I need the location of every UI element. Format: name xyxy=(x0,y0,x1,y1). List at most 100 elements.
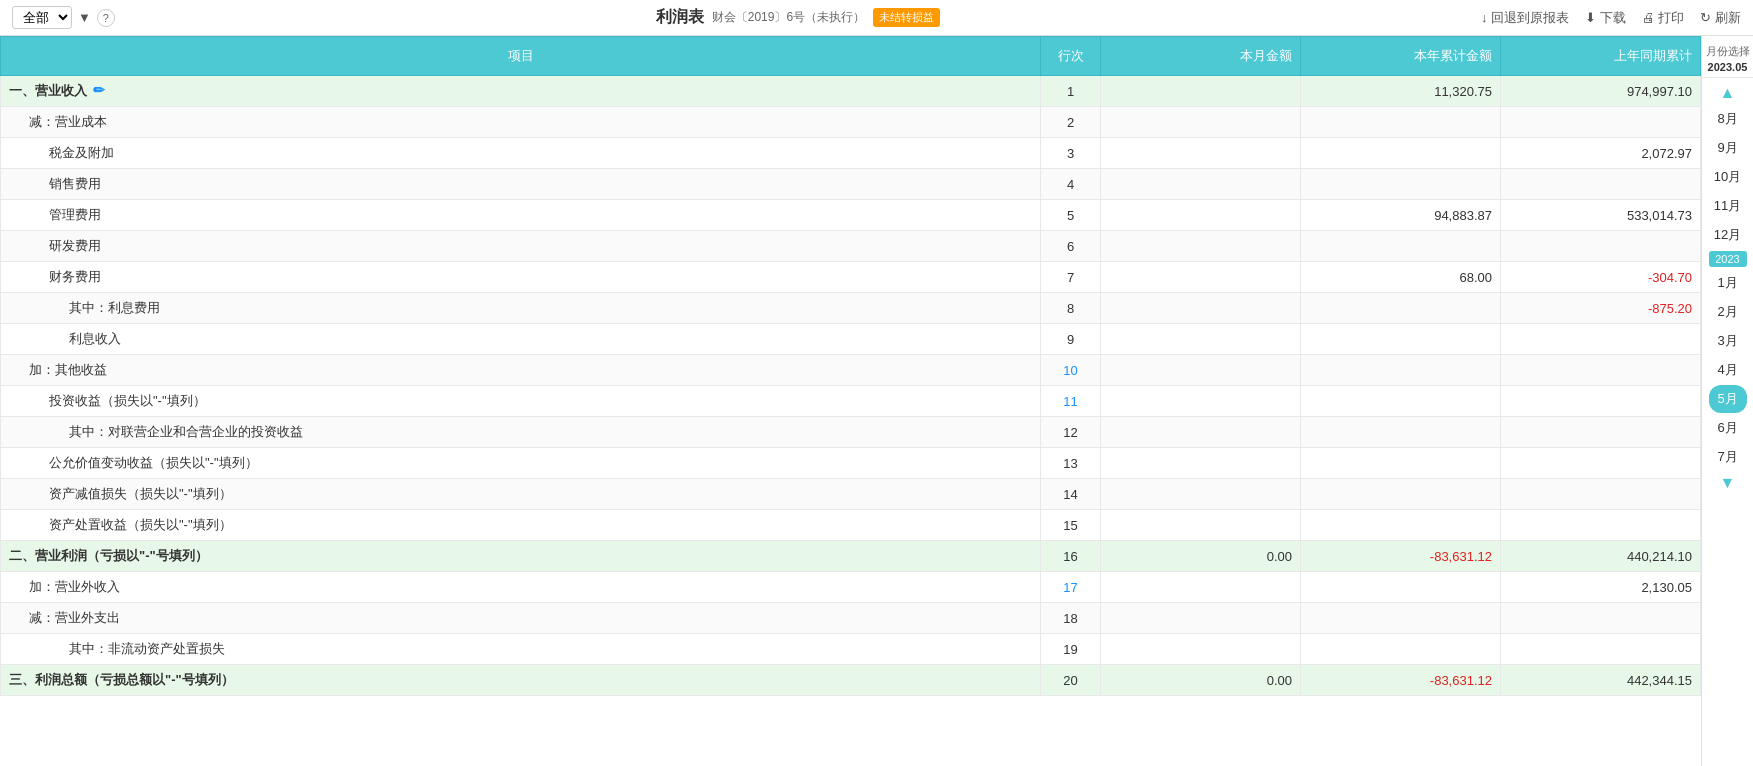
cell-year xyxy=(1301,417,1501,448)
cell-prev xyxy=(1501,355,1701,386)
cell-prev xyxy=(1501,417,1701,448)
cell-month: 0.00 xyxy=(1101,541,1301,572)
cell-year: 11,320.75 xyxy=(1301,76,1501,107)
cell-month xyxy=(1101,634,1301,665)
month-item[interactable]: 3月 xyxy=(1709,327,1747,355)
cell-month: 0.00 xyxy=(1101,665,1301,696)
cell-year xyxy=(1301,572,1501,603)
cell-month xyxy=(1101,355,1301,386)
header-month: 本月金额 xyxy=(1101,37,1301,76)
table-row: 财务费用768.00-304.70 xyxy=(1,262,1701,293)
cell-year xyxy=(1301,634,1501,665)
cell-item: 财务费用 xyxy=(1,262,1041,293)
cell-row-num: 6 xyxy=(1041,231,1101,262)
cell-row-num: 12 xyxy=(1041,417,1101,448)
cell-row-num: 4 xyxy=(1041,169,1101,200)
sidebar-title: 月份选择 2023.05 xyxy=(1702,40,1753,78)
cell-prev xyxy=(1501,386,1701,417)
table-row: 减：营业外支出18 xyxy=(1,603,1701,634)
cell-prev xyxy=(1501,603,1701,634)
cell-prev: 533,014.73 xyxy=(1501,200,1701,231)
cell-prev: 974,997.10 xyxy=(1501,76,1701,107)
table-row: 其中：对联营企业和合营企业的投资收益12 xyxy=(1,417,1701,448)
divider: ▼ xyxy=(78,10,91,25)
cell-prev xyxy=(1501,479,1701,510)
header-row: 行次 xyxy=(1041,37,1101,76)
month-item[interactable]: 7月 xyxy=(1709,443,1747,471)
cell-item: 三、利润总额（亏损总额以"-"号填列） xyxy=(1,665,1041,696)
month-item[interactable]: 2月 xyxy=(1709,298,1747,326)
cell-item: 资产减值损失（损失以"-"填列） xyxy=(1,479,1041,510)
cell-year xyxy=(1301,386,1501,417)
cell-row-num: 3 xyxy=(1041,138,1101,169)
table-row: 税金及附加32,072.97 xyxy=(1,138,1701,169)
cell-row-num: 2 xyxy=(1041,107,1101,138)
cell-month xyxy=(1101,107,1301,138)
cell-month xyxy=(1101,169,1301,200)
sidebar-year: 2023.05 xyxy=(1704,61,1751,73)
cell-month xyxy=(1101,138,1301,169)
prev-arrow[interactable]: ▲ xyxy=(1720,82,1736,104)
cell-year xyxy=(1301,293,1501,324)
cell-prev: 442,344.15 xyxy=(1501,665,1701,696)
month-item[interactable]: 10月 xyxy=(1709,163,1747,191)
cell-row-num: 8 xyxy=(1041,293,1101,324)
cell-year xyxy=(1301,510,1501,541)
cell-item: 投资收益（损失以"-"填列） xyxy=(1,386,1041,417)
cell-month xyxy=(1101,200,1301,231)
back-button[interactable]: ↓ 回退到原报表 xyxy=(1481,9,1569,27)
cell-item: 其中：对联营企业和合营企业的投资收益 xyxy=(1,417,1041,448)
table-row: 减：营业成本2 xyxy=(1,107,1701,138)
cell-month xyxy=(1101,231,1301,262)
edit-icon[interactable]: ✏ xyxy=(93,82,105,98)
month-item[interactable]: 9月 xyxy=(1709,134,1747,162)
month-item[interactable]: 8月 xyxy=(1709,105,1747,133)
scope-select[interactable]: 全部 xyxy=(12,6,72,29)
toolbar: ↓ 回退到原报表 ⬇ 下载 🖨 打印 ↻ 刷新 xyxy=(1481,9,1741,27)
help-icon[interactable]: ? xyxy=(97,9,115,27)
main-table-area: 项目 行次 本月金额 本年累计金额 上年同期累计 一、营业收入✏111,320.… xyxy=(0,36,1701,766)
cell-prev xyxy=(1501,510,1701,541)
table-row: 公允价值变动收益（损失以"-"填列）13 xyxy=(1,448,1701,479)
month-item[interactable]: 12月 xyxy=(1709,221,1747,249)
refresh-button[interactable]: ↻ 刷新 xyxy=(1700,9,1741,27)
cell-row-num: 17 xyxy=(1041,572,1101,603)
cell-month xyxy=(1101,572,1301,603)
cell-row-num: 20 xyxy=(1041,665,1101,696)
table-row: 加：营业外收入172,130.05 xyxy=(1,572,1701,603)
month-item[interactable]: 11月 xyxy=(1709,192,1747,220)
header-prev: 上年同期累计 xyxy=(1501,37,1701,76)
cell-year xyxy=(1301,107,1501,138)
cell-row-num: 1 xyxy=(1041,76,1101,107)
next-arrow[interactable]: ▼ xyxy=(1720,472,1736,494)
print-button[interactable]: 🖨 打印 xyxy=(1642,9,1685,27)
cell-item: 管理费用 xyxy=(1,200,1041,231)
cell-item: 公允价值变动收益（损失以"-"填列） xyxy=(1,448,1041,479)
status-badge: 未结转损益 xyxy=(873,8,940,27)
month-item[interactable]: 5月 xyxy=(1709,385,1747,413)
month-item[interactable]: 6月 xyxy=(1709,414,1747,442)
cell-prev: 2,072.97 xyxy=(1501,138,1701,169)
cell-month xyxy=(1101,510,1301,541)
cell-year xyxy=(1301,479,1501,510)
cell-year: -83,631.12 xyxy=(1301,541,1501,572)
cell-month xyxy=(1101,293,1301,324)
month-item[interactable]: 1月 xyxy=(1709,269,1747,297)
cell-item: 一、营业收入✏ xyxy=(1,76,1041,107)
month-item[interactable]: 2023 xyxy=(1709,251,1747,267)
month-item[interactable]: 4月 xyxy=(1709,356,1747,384)
cell-row-num: 9 xyxy=(1041,324,1101,355)
cell-item: 加：其他收益 xyxy=(1,355,1041,386)
title-area: 利润表 财会〔2019〕6号（未执行） 未结转损益 xyxy=(656,7,940,28)
table-row: 加：其他收益10 xyxy=(1,355,1701,386)
cell-prev xyxy=(1501,169,1701,200)
cell-row-num: 14 xyxy=(1041,479,1101,510)
table-row: 三、利润总额（亏损总额以"-"号填列）200.00-83,631.12442,3… xyxy=(1,665,1701,696)
cell-month xyxy=(1101,262,1301,293)
download-button[interactable]: ⬇ 下载 xyxy=(1585,9,1626,27)
cell-prev xyxy=(1501,324,1701,355)
cell-year: -83,631.12 xyxy=(1301,665,1501,696)
table-row: 销售费用4 xyxy=(1,169,1701,200)
cell-row-num: 15 xyxy=(1041,510,1101,541)
table-row: 其中：非流动资产处置损失19 xyxy=(1,634,1701,665)
